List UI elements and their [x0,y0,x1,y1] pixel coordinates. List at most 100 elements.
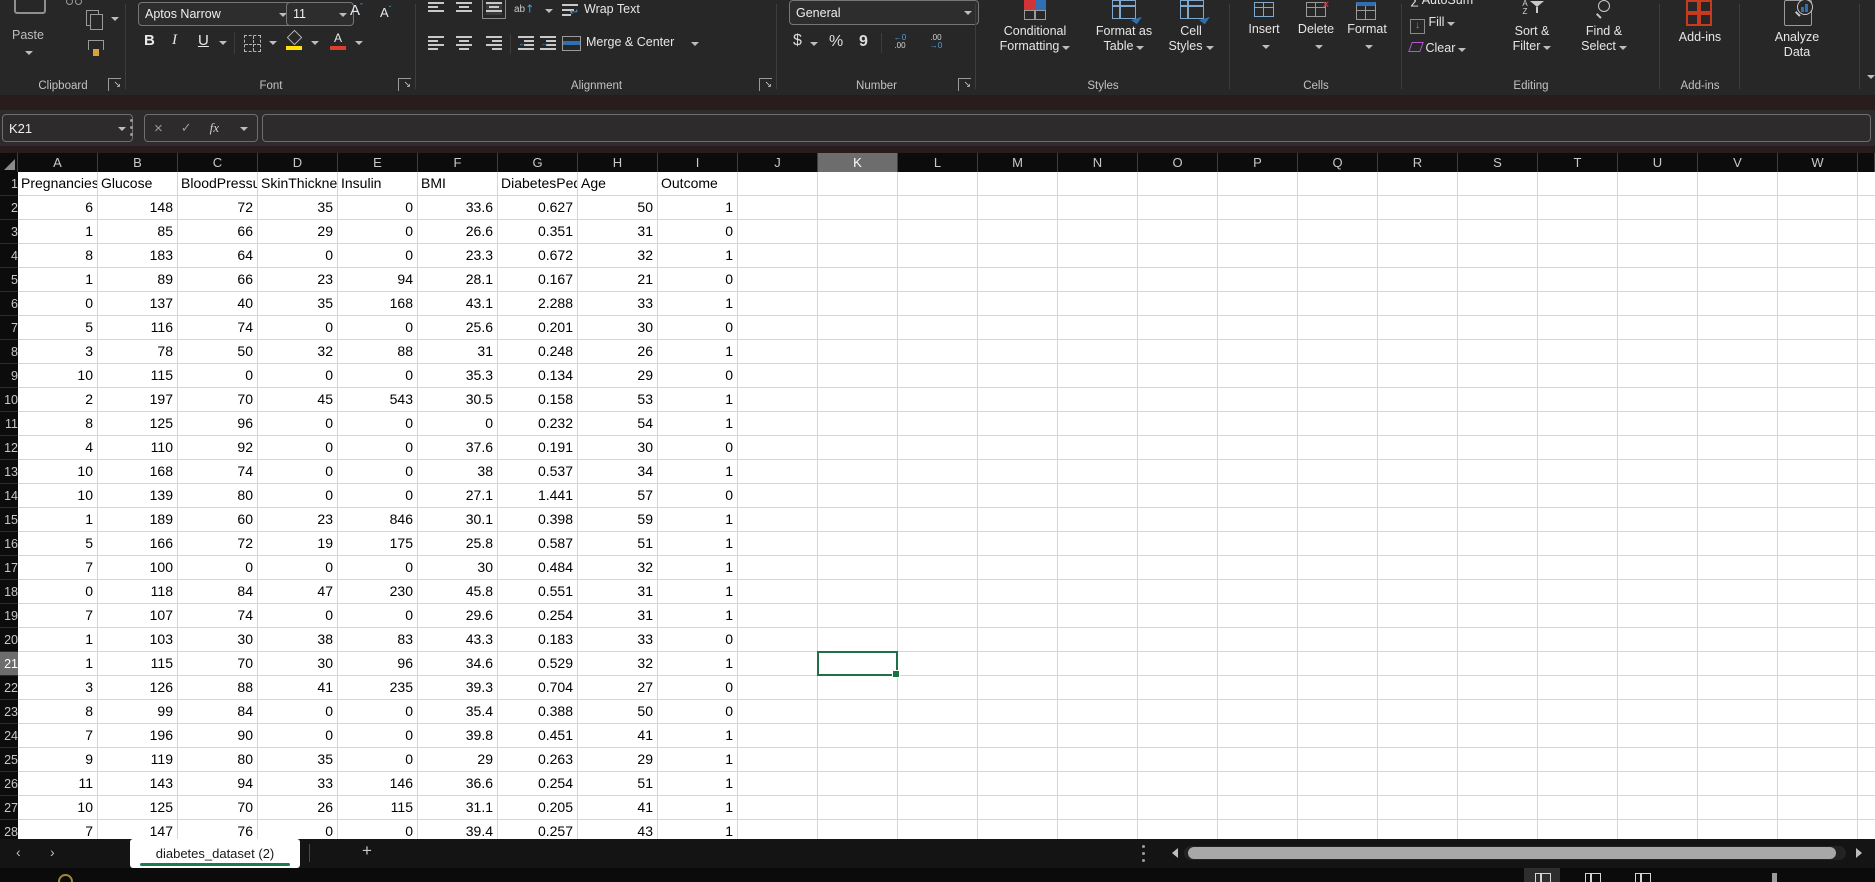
column-header-I[interactable]: I [658,153,738,172]
cell-D10[interactable]: 45 [258,388,338,412]
cell-I23[interactable]: 0 [658,700,738,724]
cell-V5[interactable] [1698,268,1778,292]
cell-N22[interactable] [1058,676,1138,700]
cell-F23[interactable]: 35.4 [418,700,498,724]
cell-S26[interactable] [1458,772,1538,796]
cell-J21[interactable] [738,652,818,676]
cell-C12[interactable]: 92 [178,436,258,460]
cell-M17[interactable] [978,556,1058,580]
cell-Q13[interactable] [1298,460,1378,484]
cell-U8[interactable] [1618,340,1698,364]
cell-D2[interactable]: 35 [258,196,338,220]
cell-K15[interactable] [818,508,898,532]
cell-B3[interactable]: 85 [98,220,178,244]
cell-H1[interactable]: Age [578,172,658,196]
cell-D9[interactable]: 0 [258,364,338,388]
cell-O6[interactable] [1138,292,1218,316]
row-header-3[interactable]: 3 [0,220,18,244]
cell-C4[interactable]: 64 [178,244,258,268]
cell-V23[interactable] [1698,700,1778,724]
cell-C9[interactable]: 0 [178,364,258,388]
cell-W15[interactable] [1778,508,1858,532]
cell-D26[interactable]: 33 [258,772,338,796]
cell-E1[interactable]: Insulin [338,172,418,196]
cell-D21[interactable]: 30 [258,652,338,676]
cell-H10[interactable]: 53 [578,388,658,412]
cell-A23[interactable]: 8 [18,700,98,724]
cell-F17[interactable]: 30 [418,556,498,580]
cell-R3[interactable] [1378,220,1458,244]
cell-M10[interactable] [978,388,1058,412]
cell-P25[interactable] [1218,748,1298,772]
percent-icon[interactable]: % [829,33,843,51]
cell-Q4[interactable] [1298,244,1378,268]
cell-V19[interactable] [1698,604,1778,628]
cell-R2[interactable] [1378,196,1458,220]
font-dialog-launcher[interactable]: ↘ [398,78,411,91]
cell-N7[interactable] [1058,316,1138,340]
cell-R13[interactable] [1378,460,1458,484]
cell-L4[interactable] [898,244,978,268]
cell-A7[interactable]: 5 [18,316,98,340]
cell-E18[interactable]: 230 [338,580,418,604]
cell-A18[interactable]: 0 [18,580,98,604]
column-header-P[interactable]: P [1218,153,1298,172]
active-cell-selection[interactable] [817,651,900,678]
cell-W12[interactable] [1778,436,1858,460]
cell-L12[interactable] [898,436,978,460]
cell-E3[interactable]: 0 [338,220,418,244]
cell-P9[interactable] [1218,364,1298,388]
cell-V9[interactable] [1698,364,1778,388]
cell-P16[interactable] [1218,532,1298,556]
row-header-10[interactable]: 10 [0,388,18,412]
cell-L28[interactable] [898,820,978,839]
cell-B24[interactable]: 196 [98,724,178,748]
cell-R10[interactable] [1378,388,1458,412]
row-header-23[interactable]: 23 [0,700,18,724]
cell-V12[interactable] [1698,436,1778,460]
cell-B22[interactable]: 126 [98,676,178,700]
cell-L26[interactable] [898,772,978,796]
cell-W27[interactable] [1778,796,1858,820]
cell-Q28[interactable] [1298,820,1378,839]
cell-D5[interactable]: 23 [258,268,338,292]
cell-D20[interactable]: 38 [258,628,338,652]
cell-J25[interactable] [738,748,818,772]
select-all-corner[interactable] [0,153,18,172]
cell-N2[interactable] [1058,196,1138,220]
row-header-5[interactable]: 5 [0,268,18,292]
cell-U1[interactable] [1618,172,1698,196]
cell-R24[interactable] [1378,724,1458,748]
cell-L9[interactable] [898,364,978,388]
cell-F27[interactable]: 31.1 [418,796,498,820]
cell-N23[interactable] [1058,700,1138,724]
cell-I9[interactable]: 0 [658,364,738,388]
cell-U25[interactable] [1618,748,1698,772]
cell-J11[interactable] [738,412,818,436]
cell-L23[interactable] [898,700,978,724]
cell-L15[interactable] [898,508,978,532]
cell-H17[interactable]: 32 [578,556,658,580]
cell-T10[interactable] [1538,388,1618,412]
cell-V8[interactable] [1698,340,1778,364]
cell-B12[interactable]: 110 [98,436,178,460]
cell-G16[interactable]: 0.587 [498,532,578,556]
cell-W6[interactable] [1778,292,1858,316]
cell-W5[interactable] [1778,268,1858,292]
cell-F14[interactable]: 27.1 [418,484,498,508]
cell-F2[interactable]: 33.6 [418,196,498,220]
horizontal-scrollbar-thumb[interactable] [1188,847,1836,859]
cell-J3[interactable] [738,220,818,244]
cell-H3[interactable]: 31 [578,220,658,244]
cell-N20[interactable] [1058,628,1138,652]
cell-Q12[interactable] [1298,436,1378,460]
cell-C23[interactable]: 84 [178,700,258,724]
cell-N27[interactable] [1058,796,1138,820]
cell-H23[interactable]: 50 [578,700,658,724]
cell-B21[interactable]: 115 [98,652,178,676]
cell-W20[interactable] [1778,628,1858,652]
cell-C19[interactable]: 74 [178,604,258,628]
cell-M15[interactable] [978,508,1058,532]
cell-U4[interactable] [1618,244,1698,268]
cell-F15[interactable]: 30.1 [418,508,498,532]
